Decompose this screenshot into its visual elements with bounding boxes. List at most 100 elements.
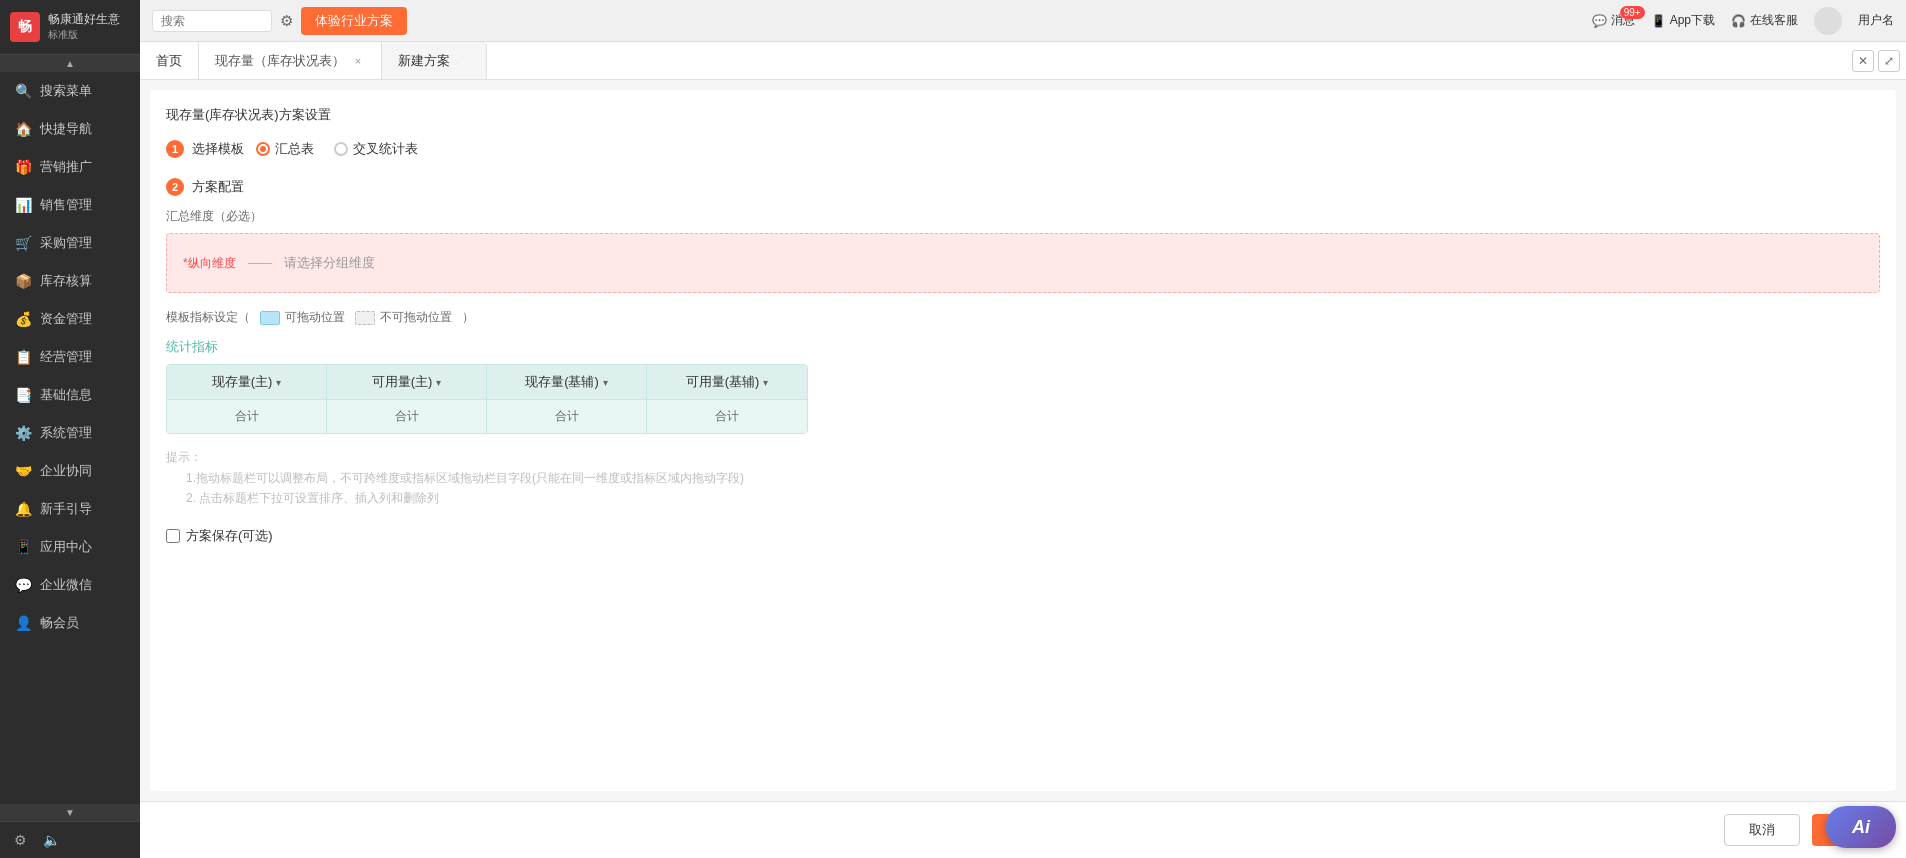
indicator-non-draggable: 不可拖动位置 <box>355 309 452 326</box>
tips-item-1: 2. 点击标题栏下拉可设置排序、插入列和删除列 <box>186 490 1880 507</box>
col-0-chevron: ▾ <box>276 377 281 388</box>
dimension-box: *纵向维度 —— 请选择分组维度 <box>166 233 1880 293</box>
topbar: ⚙ 体验行业方案 💬 消息 99+ 📱 App下载 🎧 在线客服 用户名 <box>140 0 1906 42</box>
indicator-draggable: 可拖动位置 <box>260 309 345 326</box>
sidebar-item-basicinfo[interactable]: 📑 基础信息 <box>0 376 140 414</box>
template-indicator-label: 模板指标设定（ <box>166 309 250 326</box>
stats-table: 现存量(主) ▾ 合计 可用量(主) ▾ 合计 <box>166 364 808 434</box>
ai-float-button[interactable]: Ai <box>1826 806 1896 848</box>
sidebar-item-marketing[interactable]: 🎁 营销推广 <box>0 148 140 186</box>
stats-col-cell-3: 合计 <box>647 400 807 433</box>
sidebar-item-label: 资金管理 <box>40 310 92 328</box>
sidebar-item-newguide[interactable]: 🔔 新手引导 <box>0 490 140 528</box>
sidebar-item-inventory[interactable]: 📦 库存核算 <box>0 262 140 300</box>
bottom-bar: 取消 查询 <box>140 801 1906 858</box>
stats-col-3: 可用量(基辅) ▾ 合计 <box>647 365 807 433</box>
radio-summary[interactable]: 汇总表 <box>256 140 314 158</box>
cart-icon: 🛒 <box>14 234 32 252</box>
template-indicator-suffix: ） <box>462 309 474 326</box>
mobile-icon: 📱 <box>14 538 32 556</box>
app-name: 畅康通好生意 标准版 <box>48 12 120 42</box>
tab-new-plan[interactable]: 新建方案 × <box>382 42 487 79</box>
radio-crosstab-dot <box>334 142 348 156</box>
draggable-indicator-box <box>260 311 280 325</box>
dimension-separator: —— <box>248 256 272 270</box>
sidebar-item-finance[interactable]: 💰 资金管理 <box>0 300 140 338</box>
sidebar-item-sales[interactable]: 📊 销售管理 <box>0 186 140 224</box>
stats-col-cell-2: 合计 <box>487 400 646 433</box>
stats-col-header-1[interactable]: 可用量(主) ▾ <box>327 365 486 400</box>
dimension-placeholder[interactable]: 请选择分组维度 <box>284 254 375 272</box>
sidebar-item-label: 畅会员 <box>40 614 79 632</box>
stats-col-cell-0: 合计 <box>167 400 326 433</box>
sidebar-item-purchase[interactable]: 🛒 采购管理 <box>0 224 140 262</box>
sidebar-item-label: 企业微信 <box>40 576 92 594</box>
sidebar-scroll-down[interactable]: ▼ <box>0 804 140 821</box>
main-area: ⚙ 体验行业方案 💬 消息 99+ 📱 App下载 🎧 在线客服 用户名 首页 <box>140 0 1906 858</box>
stats-col-0: 现存量(主) ▾ 合计 <box>167 365 327 433</box>
radio-summary-dot <box>256 142 270 156</box>
settings-footer-icon[interactable]: ⚙ <box>14 832 27 848</box>
service-button[interactable]: 🎧 在线客服 <box>1731 12 1798 29</box>
template-radio-group: 汇总表 交叉统计表 <box>256 140 418 158</box>
section1-title: 选择模板 <box>192 140 244 158</box>
trial-button[interactable]: 体验行业方案 <box>301 7 407 35</box>
money-icon: 💰 <box>14 310 32 328</box>
tab-inventory-close[interactable]: × <box>351 54 365 68</box>
sidebar-item-appcenter[interactable]: 📱 应用中心 <box>0 528 140 566</box>
topbar-right: 💬 消息 99+ 📱 App下载 🎧 在线客服 用户名 <box>1592 7 1894 35</box>
sidebar-item-quicknav[interactable]: 🏠 快捷导航 <box>0 110 140 148</box>
section2-header: 2 方案配置 <box>166 178 1880 196</box>
tab-inventory[interactable]: 现存量（库存状况表） × <box>199 42 382 79</box>
sidebar-item-cooperation[interactable]: 🤝 企业协同 <box>0 452 140 490</box>
save-checkbox[interactable] <box>166 529 180 543</box>
page-title: 现存量(库存状况表)方案设置 <box>166 106 1880 124</box>
sidebar-footer: ⚙ 🔈 <box>0 821 140 858</box>
sidebar-item-label: 企业协同 <box>40 462 92 480</box>
sidebar-nav: 🔍 搜索菜单 🏠 快捷导航 🎁 营销推广 📊 销售管理 🛒 采购管理 📦 库存核… <box>0 72 140 804</box>
stats-col-header-2[interactable]: 现存量(基辅) ▾ <box>487 365 646 400</box>
topbar-gear-icon[interactable]: ⚙ <box>280 12 293 30</box>
radio-crosstab[interactable]: 交叉统计表 <box>334 140 418 158</box>
tab-home[interactable]: 首页 <box>140 42 199 79</box>
stats-col-2: 现存量(基辅) ▾ 合计 <box>487 365 647 433</box>
tips-section: 提示： 1.拖动标题栏可以调整布局，不可跨维度或指标区域拖动栏目字段(只能在同一… <box>166 449 1880 507</box>
sidebar-item-member[interactable]: 👤 畅会员 <box>0 604 140 642</box>
search-icon: 🔍 <box>14 82 32 100</box>
tab-new-close[interactable]: × <box>456 54 470 68</box>
message-badge: 99+ <box>1620 6 1645 19</box>
stats-col-cell-1: 合计 <box>327 400 486 433</box>
template-indicator-row: 模板指标设定（ 可拖动位置 不可拖动位置 ） <box>166 309 1880 326</box>
ai-label: Ai <box>1852 817 1870 838</box>
user-avatar[interactable] <box>1814 7 1842 35</box>
dimension-row: *纵向维度 —— 请选择分组维度 <box>183 254 1863 272</box>
bell-icon: 🔔 <box>14 500 32 518</box>
tabs-controls: ✕ ⤢ <box>1852 42 1906 79</box>
sidebar-scroll-up[interactable]: ▲ <box>0 55 140 72</box>
handshake-icon: 🤝 <box>14 462 32 480</box>
chat-icon: 💬 <box>14 576 32 594</box>
sidebar-item-management[interactable]: 📋 经营管理 <box>0 338 140 376</box>
cancel-button[interactable]: 取消 <box>1724 814 1800 846</box>
sound-footer-icon[interactable]: 🔈 <box>43 832 60 848</box>
app-download-button[interactable]: 📱 App下载 <box>1651 12 1715 29</box>
col-3-chevron: ▾ <box>763 377 768 388</box>
sidebar-item-label: 快捷导航 <box>40 120 92 138</box>
tab-expand-btn[interactable]: ⤢ <box>1878 50 1900 72</box>
sidebar-item-search[interactable]: 🔍 搜索菜单 <box>0 72 140 110</box>
sidebar-item-label: 库存核算 <box>40 272 92 290</box>
app-logo: 畅 畅康通好生意 标准版 <box>0 0 140 55</box>
search-input[interactable] <box>152 10 272 32</box>
stats-col-header-0[interactable]: 现存量(主) ▾ <box>167 365 326 400</box>
message-button[interactable]: 💬 消息 99+ <box>1592 12 1635 29</box>
sidebar: 畅 畅康通好生意 标准版 ▲ 🔍 搜索菜单 🏠 快捷导航 🎁 营销推广 📊 销售… <box>0 0 140 858</box>
save-option: 方案保存(可选) <box>166 527 1880 545</box>
stats-col-header-3[interactable]: 可用量(基辅) ▾ <box>647 365 807 400</box>
tab-close-btn[interactable]: ✕ <box>1852 50 1874 72</box>
chart-icon: 📊 <box>14 196 32 214</box>
sidebar-item-system[interactable]: ⚙️ 系统管理 <box>0 414 140 452</box>
tabs-bar: 首页 现存量（库存状况表） × 新建方案 × ✕ ⤢ <box>140 42 1906 80</box>
sidebar-item-corpwechat[interactable]: 💬 企业微信 <box>0 566 140 604</box>
user-icon: 👤 <box>14 614 32 632</box>
tab-new-label: 新建方案 <box>398 52 450 70</box>
